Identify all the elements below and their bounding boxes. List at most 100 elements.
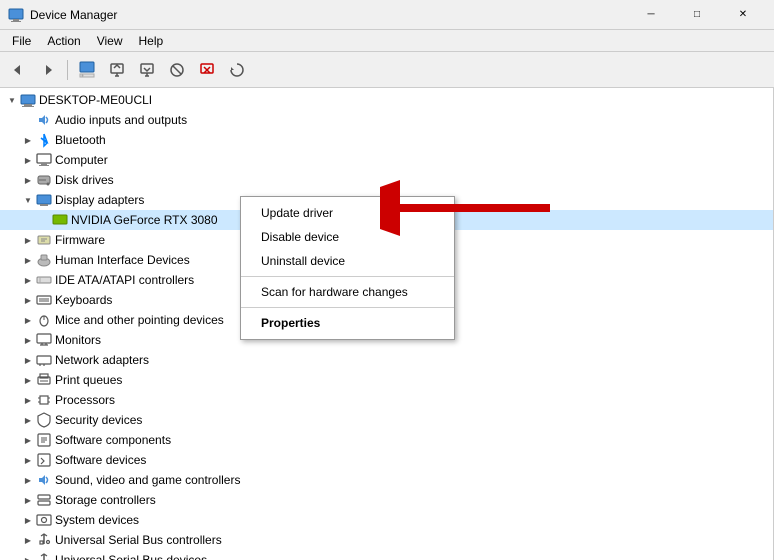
expand-mice[interactable]: ▶: [20, 312, 36, 328]
icon-keyboards: [36, 292, 52, 308]
icon-softwaredev: [36, 452, 52, 468]
tree-item-usb1[interactable]: ▶Universal Serial Bus controllers: [0, 530, 773, 550]
icon-processors: [36, 392, 52, 408]
tree-item-usb2[interactable]: ▶Universal Serial Bus devices: [0, 550, 773, 560]
icon-usb1: [36, 532, 52, 548]
tree-item-processors[interactable]: ▶ Processors: [0, 390, 773, 410]
minimize-button[interactable]: ─: [628, 0, 674, 30]
toolbar: [0, 52, 774, 88]
icon-monitors: [36, 332, 52, 348]
expand-ide[interactable]: ▶: [20, 272, 36, 288]
icon-displayadapters: [36, 192, 52, 208]
label-displayadapters: Display adapters: [55, 193, 144, 207]
tree-item-computer[interactable]: ▶ Computer: [0, 150, 773, 170]
expand-softwarecomp[interactable]: ▶: [20, 432, 36, 448]
toolbar-rollback[interactable]: [133, 56, 161, 84]
context-menu: Update driver Disable device Uninstall d…: [240, 196, 455, 340]
label-diskdrives: Disk drives: [55, 173, 114, 187]
expand-diskdrives[interactable]: ▶: [20, 172, 36, 188]
expand-usb2[interactable]: ▶: [20, 552, 36, 560]
expand-system[interactable]: ▶: [20, 512, 36, 528]
tree-item-diskdrives[interactable]: ▶ Disk drives: [0, 170, 773, 190]
tree-item-softwaredev[interactable]: ▶ Software devices: [0, 450, 773, 470]
ctx-update[interactable]: Update driver: [241, 201, 454, 225]
tree-item-storage[interactable]: ▶Storage controllers: [0, 490, 773, 510]
tree-item-sound[interactable]: ▶ Sound, video and game controllers: [0, 470, 773, 490]
icon-security: [36, 412, 52, 428]
tree-item-softwarecomp[interactable]: ▶ Software components: [0, 430, 773, 450]
icon-hid: [36, 252, 52, 268]
icon-nvidia: [52, 212, 68, 228]
tree-item-audio[interactable]: Audio inputs and outputs: [0, 110, 773, 130]
expand-sound[interactable]: ▶: [20, 472, 36, 488]
toolbar-uninstall[interactable]: [193, 56, 221, 84]
expand-hid[interactable]: ▶: [20, 252, 36, 268]
expand-firmware[interactable]: ▶: [20, 232, 36, 248]
label-monitors: Monitors: [55, 333, 101, 347]
expand-keyboards[interactable]: ▶: [20, 292, 36, 308]
expand-bluetooth[interactable]: ▶: [20, 132, 36, 148]
tree-item-bluetooth[interactable]: ▶Bluetooth: [0, 130, 773, 150]
expand-audio[interactable]: [20, 112, 36, 128]
menu-file[interactable]: File: [4, 32, 39, 50]
icon-storage: [36, 492, 52, 508]
tree-item-security[interactable]: ▶ Security devices: [0, 410, 773, 430]
expand-softwaredev[interactable]: ▶: [20, 452, 36, 468]
toolbar-properties[interactable]: [73, 56, 101, 84]
title-bar: Device Manager ─ □ ✕: [0, 0, 774, 30]
main-content: ▼ DESKTOP-ME0UCLI Audio inputs and outpu…: [0, 88, 774, 560]
icon-audio: [36, 112, 52, 128]
toolbar-update[interactable]: [103, 56, 131, 84]
toolbar-back[interactable]: [4, 56, 32, 84]
expand-network[interactable]: ▶: [20, 352, 36, 368]
label-processors: Processors: [55, 393, 115, 407]
menu-help[interactable]: Help: [131, 32, 172, 50]
label-softwaredev: Software devices: [55, 453, 146, 467]
tree-item-network[interactable]: ▶Network adapters: [0, 350, 773, 370]
expand-security[interactable]: ▶: [20, 412, 36, 428]
icon-bluetooth: [36, 132, 52, 148]
expand-nvidia[interactable]: [36, 212, 52, 228]
expand-root[interactable]: ▼: [4, 92, 20, 108]
label-nvidia: NVIDIA GeForce RTX 3080: [71, 213, 218, 227]
label-computer: Computer: [55, 153, 108, 167]
app-title: Device Manager: [30, 8, 117, 22]
root-label: DESKTOP-ME0UCLI: [39, 93, 152, 107]
ctx-scan[interactable]: Scan for hardware changes: [241, 280, 454, 304]
expand-computer[interactable]: ▶: [20, 152, 36, 168]
expand-monitors[interactable]: ▶: [20, 332, 36, 348]
label-ide: IDE ATA/ATAPI controllers: [55, 273, 194, 287]
toolbar-scan[interactable]: [223, 56, 251, 84]
icon-firmware: [36, 232, 52, 248]
tree-root[interactable]: ▼ DESKTOP-ME0UCLI: [0, 90, 773, 110]
menu-view[interactable]: View: [89, 32, 131, 50]
expand-printqueues[interactable]: ▶: [20, 372, 36, 388]
icon-mice: [36, 312, 52, 328]
ctx-uninstall[interactable]: Uninstall device: [241, 249, 454, 273]
icon-ide: [36, 272, 52, 288]
expand-displayadapters[interactable]: ▼: [20, 192, 36, 208]
expand-processors[interactable]: ▶: [20, 392, 36, 408]
expand-usb1[interactable]: ▶: [20, 532, 36, 548]
icon-usb2: [36, 552, 52, 560]
icon-printqueues: [36, 372, 52, 388]
icon-sound: [36, 472, 52, 488]
icon-root: [20, 92, 36, 108]
toolbar-disable[interactable]: [163, 56, 191, 84]
icon-network: [36, 352, 52, 368]
menu-action[interactable]: Action: [39, 32, 88, 50]
maximize-button[interactable]: □: [674, 0, 720, 30]
label-security: Security devices: [55, 413, 142, 427]
toolbar-forward[interactable]: [34, 56, 62, 84]
ctx-sep-1: [241, 276, 454, 277]
tree-item-printqueues[interactable]: ▶Print queues: [0, 370, 773, 390]
label-audio: Audio inputs and outputs: [55, 113, 187, 127]
label-softwarecomp: Software components: [55, 433, 171, 447]
tree-item-system[interactable]: ▶System devices: [0, 510, 773, 530]
expand-storage[interactable]: ▶: [20, 492, 36, 508]
label-sound: Sound, video and game controllers: [55, 473, 240, 487]
close-button[interactable]: ✕: [720, 0, 766, 30]
ctx-properties[interactable]: Properties: [241, 311, 454, 335]
ctx-disable[interactable]: Disable device: [241, 225, 454, 249]
app-icon: [8, 7, 24, 23]
